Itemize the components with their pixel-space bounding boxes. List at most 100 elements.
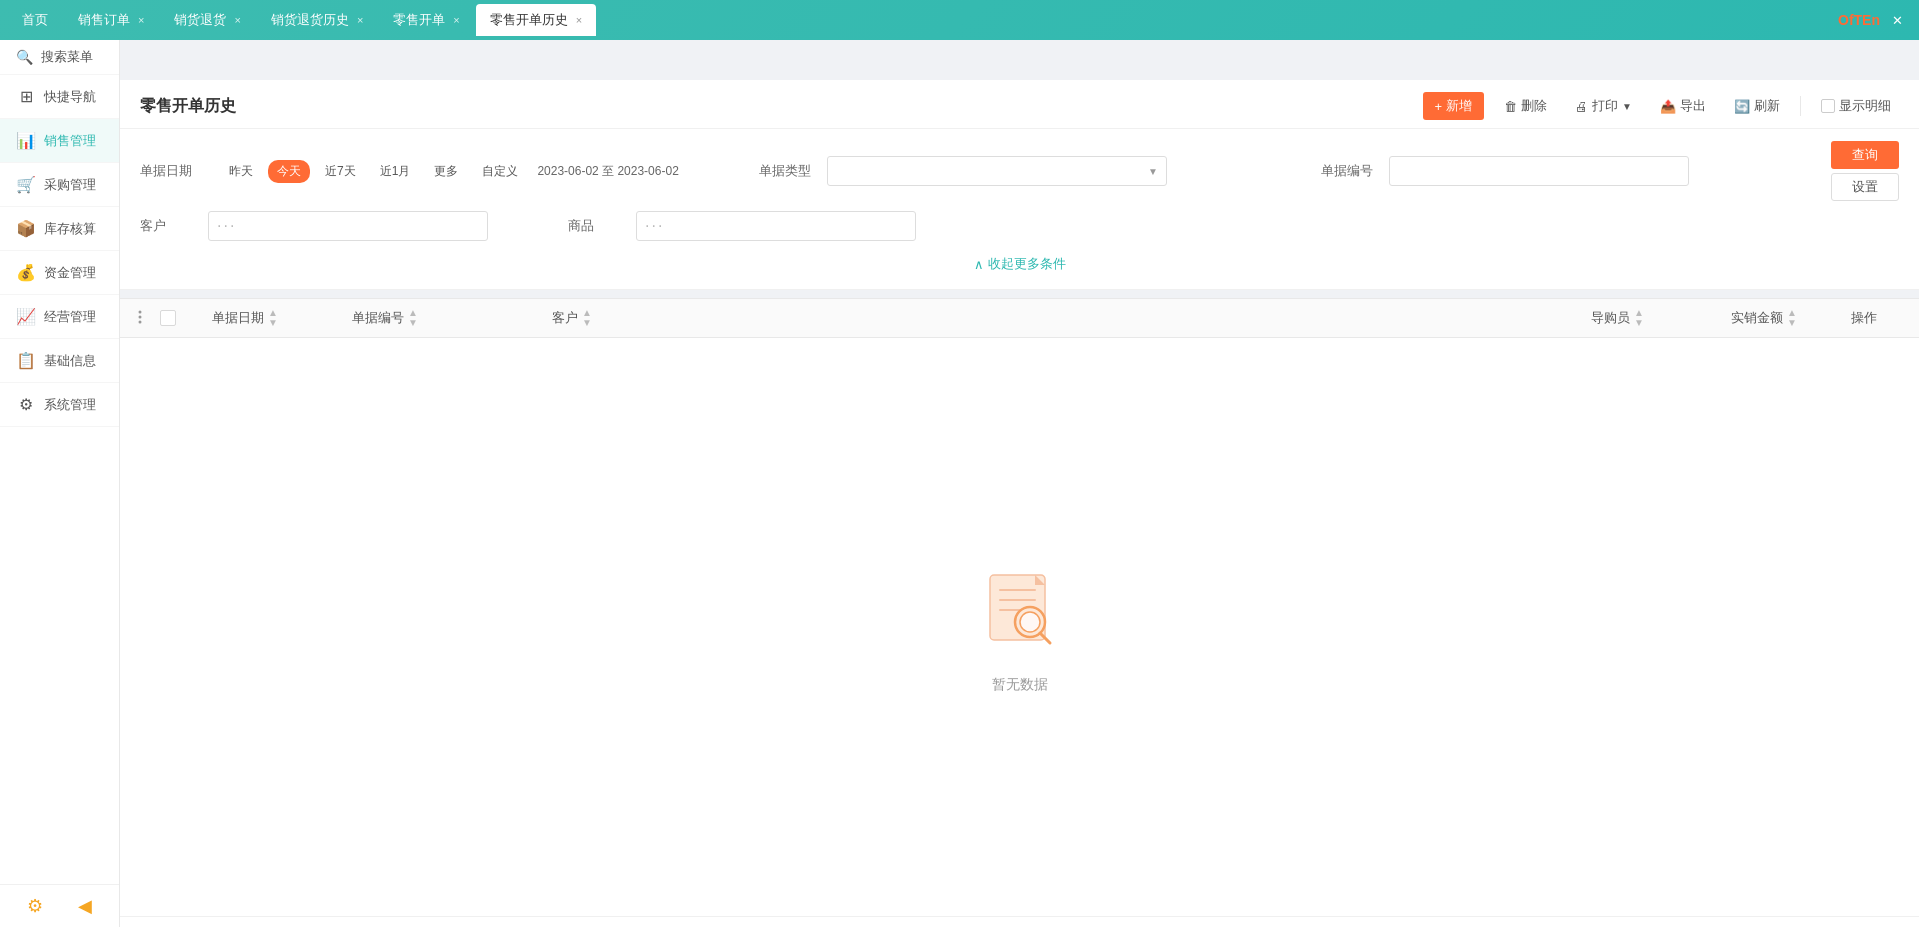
date-filter-label: 单据日期	[140, 162, 200, 180]
sidebar-item-finance[interactable]: 💰 资金管理	[0, 251, 119, 295]
goods-select[interactable]: ···	[636, 211, 916, 241]
print-dropdown-icon: ▼	[1622, 101, 1632, 112]
number-input[interactable]	[1389, 156, 1689, 186]
tab-sales-return-close[interactable]: ×	[234, 14, 240, 26]
type-select[interactable]: ▼	[827, 156, 1167, 186]
purchase-icon: 🛒	[16, 175, 36, 194]
sidebar-item-sales[interactable]: 📊 销售管理	[0, 119, 119, 163]
sidebar-item-operation-label: 经营管理	[44, 308, 96, 326]
date-btn-7days[interactable]: 近7天	[316, 160, 365, 183]
th-guide[interactable]: 导购员 ▲▼	[1579, 308, 1719, 328]
sidebar-bottom: ⚙ ◀	[0, 884, 119, 927]
customer-placeholder: ···	[217, 217, 236, 235]
top-nav-right: OfTEn ✕	[1838, 12, 1911, 28]
table-settings-btn[interactable]	[120, 309, 160, 328]
tab-sales-order-close[interactable]: ×	[138, 14, 144, 26]
date-btn-today[interactable]: 今天	[268, 160, 310, 183]
tab-retail-open-history[interactable]: 零售开单历史 ×	[476, 4, 596, 36]
th-amount-label: 实销金额	[1731, 309, 1783, 327]
sidebar-item-quick-nav-label: 快捷导航	[44, 88, 96, 106]
sidebar-item-inventory-label: 库存核算	[44, 220, 96, 238]
add-label: 新增	[1446, 97, 1472, 115]
table-area: 单据日期 ▲▼ 单据编号 ▲▼ 客户 ▲▼ 导购员 ▲▼ 实销金额 ▲▼ 操作	[120, 298, 1919, 916]
refresh-button[interactable]: 🔄 刷新	[1726, 93, 1788, 119]
tab-sales-order[interactable]: 销售订单 ×	[64, 4, 158, 36]
customer-sort-icon: ▲▼	[582, 308, 592, 328]
delete-label: 删除	[1521, 97, 1547, 115]
delete-icon: 🗑	[1504, 99, 1517, 114]
quick-nav-icon: ⊞	[16, 87, 36, 106]
date-btn-yesterday[interactable]: 昨天	[220, 160, 262, 183]
query-button[interactable]: 查询	[1831, 141, 1899, 169]
th-number-label: 单据编号	[352, 309, 404, 327]
sidebar-item-inventory[interactable]: 📦 库存核算	[0, 207, 119, 251]
sales-icon: 📊	[16, 131, 36, 150]
sidebar-item-basic-info[interactable]: 📋 基础信息	[0, 339, 119, 383]
number-sort-icon: ▲▼	[408, 308, 418, 328]
empty-illustration	[970, 560, 1070, 660]
th-date[interactable]: 单据日期 ▲▼	[200, 308, 340, 328]
display-label: 显示明细	[1839, 97, 1891, 115]
export-icon: 📤	[1660, 99, 1676, 114]
print-icon: 🖨	[1575, 99, 1588, 114]
date-range-text: 2023-06-02 至 2023-06-02	[537, 163, 678, 180]
add-icon: +	[1435, 99, 1443, 114]
svg-point-0	[139, 315, 142, 318]
tab-sales-return-label: 销货退货	[174, 11, 226, 29]
goods-filter-label: 商品	[568, 217, 628, 235]
th-action: 操作	[1839, 309, 1919, 327]
page-title: 零售开单历史	[140, 96, 236, 117]
date-btn-custom[interactable]: 自定义	[473, 160, 527, 183]
tab-home[interactable]: 首页	[8, 4, 62, 36]
table-select-all[interactable]	[160, 310, 200, 326]
sidebar-item-quick-nav[interactable]: ⊞ 快捷导航	[0, 75, 119, 119]
sidebar-item-sales-label: 销售管理	[44, 132, 96, 150]
sidebar-item-system[interactable]: ⚙ 系统管理	[0, 383, 119, 427]
collapse-filter-btn[interactable]: ∧ 收起更多条件	[970, 251, 1070, 277]
customer-select[interactable]: ···	[208, 211, 488, 241]
type-filter-label: 单据类型	[759, 162, 819, 180]
th-number[interactable]: 单据编号 ▲▼	[340, 308, 540, 328]
th-guide-label: 导购员	[1591, 309, 1630, 327]
tab-sales-return-history-close[interactable]: ×	[357, 14, 363, 26]
tab-sales-return-history-label: 销货退货历史	[271, 11, 349, 29]
filter-area: 单据日期 昨天 今天 近7天 近1月 更多 自定义 2023-06-02 至 2…	[120, 129, 1919, 290]
page-header: 零售开单历史 + 新增 🗑 删除 🖨 打印 ▼ 📤 导出 🔄 刷新	[120, 80, 1919, 129]
customer-filter-label: 客户	[140, 217, 200, 235]
date-btn-more[interactable]: 更多	[425, 160, 467, 183]
select-all-checkbox[interactable]	[160, 310, 176, 326]
display-detail-button[interactable]: 显示明细	[1813, 93, 1899, 119]
tab-retail-open[interactable]: 零售开单 ×	[379, 4, 473, 36]
brand-text: OfTEn	[1838, 12, 1880, 28]
inventory-icon: 📦	[16, 219, 36, 238]
add-button[interactable]: + 新增	[1423, 92, 1485, 120]
tab-sales-return-history[interactable]: 销货退货历史 ×	[257, 4, 377, 36]
sidebar-item-operation[interactable]: 📈 经营管理	[0, 295, 119, 339]
sidebar-search-label: 搜索菜单	[41, 48, 93, 66]
tab-retail-open-close[interactable]: ×	[453, 14, 459, 26]
th-customer[interactable]: 客户 ▲▼	[540, 308, 1579, 328]
th-amount[interactable]: 实销金额 ▲▼	[1719, 308, 1839, 328]
tab-retail-open-label: 零售开单	[393, 11, 445, 29]
pagination: 每页显示 50 ▼ ⟨⟨ ＜ 第 页 ＞ ⟩⟩ 共0页，0条记录	[120, 916, 1919, 927]
settings-bottom-btn[interactable]: ⚙	[27, 895, 43, 917]
tab-retail-open-history-label: 零售开单历史	[490, 11, 568, 29]
tab-sales-order-label: 销售订单	[78, 11, 130, 29]
delete-button[interactable]: 🗑 删除	[1496, 93, 1555, 119]
window-close-btn[interactable]: ✕	[1892, 13, 1903, 28]
toolbar-divider	[1800, 96, 1801, 116]
number-filter-label: 单据编号	[1321, 162, 1381, 180]
sidebar-item-purchase[interactable]: 🛒 采购管理	[0, 163, 119, 207]
sidebar-search[interactable]: 🔍 搜索菜单	[0, 40, 119, 75]
tab-sales-return[interactable]: 销货退货 ×	[160, 4, 254, 36]
date-btn-1month[interactable]: 近1月	[371, 160, 420, 183]
toolbar: + 新增 🗑 删除 🖨 打印 ▼ 📤 导出 🔄 刷新	[1423, 92, 1900, 120]
th-date-label: 单据日期	[212, 309, 264, 327]
export-button[interactable]: 📤 导出	[1652, 93, 1714, 119]
print-button[interactable]: 🖨 打印 ▼	[1567, 93, 1640, 119]
tab-retail-open-history-close[interactable]: ×	[576, 14, 582, 26]
settings-button[interactable]: 设置	[1831, 173, 1899, 201]
collapse-sidebar-btn[interactable]: ◀	[78, 895, 92, 917]
tab-home-label: 首页	[22, 11, 48, 29]
search-icon: 🔍	[16, 49, 33, 65]
